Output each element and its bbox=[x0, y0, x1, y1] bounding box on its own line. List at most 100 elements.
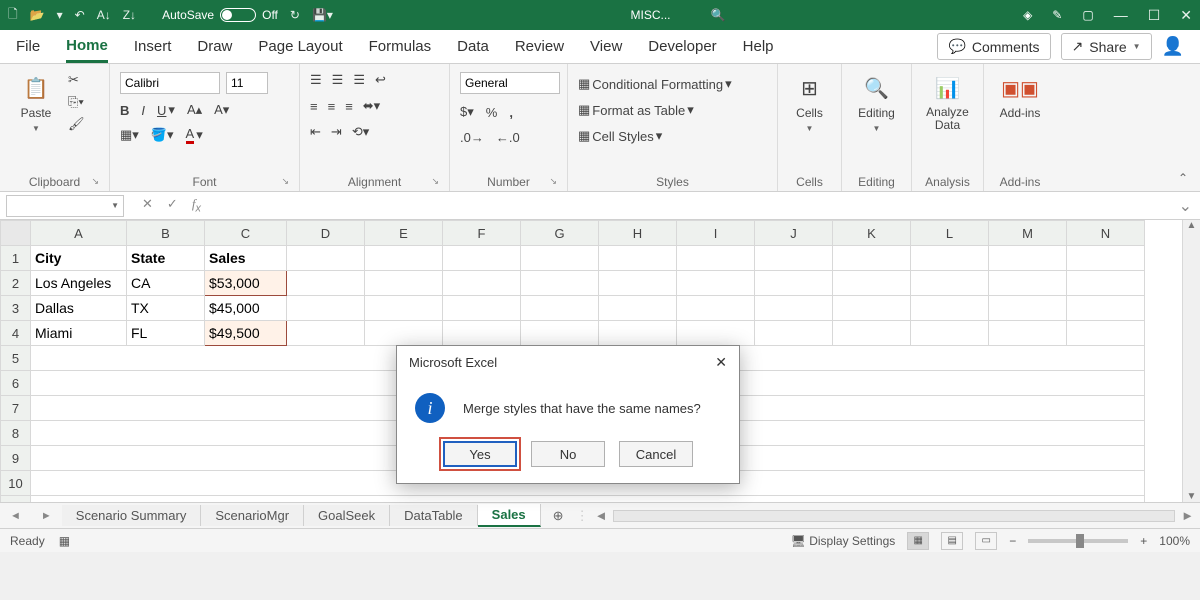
number-format-select[interactable] bbox=[460, 72, 560, 94]
col-header[interactable]: C bbox=[205, 221, 287, 246]
vertical-scrollbar[interactable]: ▲▼ bbox=[1182, 220, 1200, 502]
cell[interactable] bbox=[287, 321, 365, 346]
horizontal-scrollbar[interactable]: ◄► bbox=[589, 508, 1200, 523]
col-header[interactable]: D bbox=[287, 221, 365, 246]
cell[interactable]: $49,500 bbox=[205, 321, 287, 346]
window-icon[interactable]: ▢ bbox=[1082, 8, 1093, 22]
sheet-tab[interactable]: Scenario Summary bbox=[62, 505, 202, 526]
dec-decimal-icon[interactable]: ←.0 bbox=[496, 130, 520, 145]
row-header[interactable]: 4 bbox=[1, 321, 31, 346]
macro-icon[interactable]: ▦ bbox=[59, 534, 70, 548]
col-header[interactable]: L bbox=[911, 221, 989, 246]
close-icon[interactable]: ✕ bbox=[1180, 7, 1192, 24]
name-box[interactable]: ▼ bbox=[6, 195, 124, 217]
cell[interactable] bbox=[1067, 321, 1145, 346]
align-left-icon[interactable]: ≡ bbox=[310, 99, 318, 114]
underline-icon[interactable]: U▾ bbox=[157, 102, 175, 118]
cell[interactable] bbox=[911, 321, 989, 346]
font-color-icon[interactable]: A▾ bbox=[186, 126, 203, 144]
cell[interactable] bbox=[599, 321, 677, 346]
zoom-in-icon[interactable]: + bbox=[1140, 534, 1147, 548]
close-icon[interactable]: ✕ bbox=[715, 354, 727, 371]
orientation-icon[interactable]: ⟲▾ bbox=[352, 124, 369, 140]
cell[interactable]: FL bbox=[127, 321, 205, 346]
expand-formula-icon[interactable]: ⌄ bbox=[1171, 196, 1200, 216]
cell[interactable] bbox=[989, 321, 1067, 346]
align-middle-icon[interactable]: ☰ bbox=[332, 72, 344, 88]
cell[interactable] bbox=[287, 246, 365, 271]
sheet-tab[interactable]: DataTable bbox=[390, 505, 478, 526]
chevron-down-icon[interactable]: ▼ bbox=[111, 201, 119, 210]
launcher-icon[interactable]: ↘ bbox=[549, 176, 557, 187]
row-header[interactable]: 1 bbox=[1, 246, 31, 271]
tab-home[interactable]: Home bbox=[66, 31, 108, 63]
user-icon[interactable]: 👤 bbox=[1162, 36, 1184, 57]
zoom-slider[interactable] bbox=[1028, 539, 1128, 543]
percent-icon[interactable]: % bbox=[486, 105, 498, 120]
cell[interactable] bbox=[365, 321, 443, 346]
cell[interactable] bbox=[365, 246, 443, 271]
cell[interactable] bbox=[599, 246, 677, 271]
fill-color-icon[interactable]: 🪣▾ bbox=[151, 127, 174, 143]
cell[interactable] bbox=[31, 496, 1145, 503]
row-header[interactable]: 9 bbox=[1, 446, 31, 471]
sort-asc-icon[interactable]: A↓ bbox=[97, 8, 111, 22]
fx-icon[interactable]: fx bbox=[192, 196, 201, 215]
cell[interactable] bbox=[911, 246, 989, 271]
launcher-icon[interactable]: ↘ bbox=[431, 176, 439, 187]
cell[interactable] bbox=[833, 296, 911, 321]
cell[interactable]: Dallas bbox=[31, 296, 127, 321]
tab-view[interactable]: View bbox=[590, 32, 622, 61]
enter-formula-icon[interactable]: ✓ bbox=[167, 196, 178, 215]
sort-desc-icon[interactable]: Z↓ bbox=[123, 8, 136, 22]
row-header[interactable]: 6 bbox=[1, 371, 31, 396]
maximize-icon[interactable]: ☐ bbox=[1148, 7, 1161, 24]
cell[interactable] bbox=[911, 296, 989, 321]
col-header[interactable]: F bbox=[443, 221, 521, 246]
cell[interactable] bbox=[911, 271, 989, 296]
wrap-text-icon[interactable]: ↩ bbox=[375, 72, 386, 88]
font-name-select[interactable] bbox=[120, 72, 220, 94]
cell[interactable] bbox=[443, 246, 521, 271]
chevron-down-icon[interactable]: ▾ bbox=[57, 8, 63, 22]
cell[interactable] bbox=[599, 296, 677, 321]
shrink-font-icon[interactable]: A▾ bbox=[214, 102, 229, 118]
row-header[interactable]: 10 bbox=[1, 471, 31, 496]
open-icon[interactable]: 📂 bbox=[30, 8, 45, 22]
minimize-icon[interactable]: — bbox=[1114, 7, 1128, 23]
tab-draw[interactable]: Draw bbox=[197, 32, 232, 61]
conditional-formatting-button[interactable]: ▦ Conditional Formatting ▾ bbox=[578, 76, 732, 92]
no-button[interactable]: No bbox=[531, 441, 605, 467]
search-icon[interactable]: 🔍 bbox=[711, 8, 726, 22]
row-header[interactable]: 3 bbox=[1, 296, 31, 321]
cell[interactable] bbox=[833, 246, 911, 271]
tab-insert[interactable]: Insert bbox=[134, 32, 172, 61]
tab-formulas[interactable]: Formulas bbox=[369, 32, 432, 61]
cell[interactable] bbox=[677, 321, 755, 346]
cell[interactable] bbox=[365, 296, 443, 321]
cell[interactable] bbox=[287, 296, 365, 321]
zoom-out-icon[interactable]: − bbox=[1009, 534, 1016, 548]
cell-styles-button[interactable]: ▦ Cell Styles ▾ bbox=[578, 128, 732, 144]
cell[interactable] bbox=[755, 271, 833, 296]
row-header[interactable]: 2 bbox=[1, 271, 31, 296]
cells-button[interactable]: ⊞ Cells ▼ bbox=[788, 68, 831, 133]
copy-icon[interactable]: ⎘▾ bbox=[68, 94, 85, 110]
zoom-level[interactable]: 100% bbox=[1159, 534, 1190, 548]
comma-icon[interactable]: , bbox=[509, 105, 513, 120]
row-header[interactable]: 7 bbox=[1, 396, 31, 421]
diamond-icon[interactable]: ◈ bbox=[1023, 8, 1032, 22]
cell[interactable] bbox=[521, 246, 599, 271]
sheet-tab[interactable]: ScenarioMgr bbox=[201, 505, 304, 526]
save-icon[interactable]: 💾▾ bbox=[312, 8, 333, 22]
indent-inc-icon[interactable]: ⇥ bbox=[331, 124, 342, 140]
tab-developer[interactable]: Developer bbox=[648, 32, 716, 61]
bold-icon[interactable]: B bbox=[120, 103, 129, 118]
merge-icon[interactable]: ⬌▾ bbox=[363, 98, 380, 114]
autosave-toggle[interactable]: AutoSave Off bbox=[162, 8, 278, 22]
font-size-select[interactable] bbox=[226, 72, 268, 94]
col-header[interactable]: G bbox=[521, 221, 599, 246]
cell[interactable] bbox=[755, 321, 833, 346]
sheet-tab[interactable]: GoalSeek bbox=[304, 505, 390, 526]
col-header[interactable]: K bbox=[833, 221, 911, 246]
